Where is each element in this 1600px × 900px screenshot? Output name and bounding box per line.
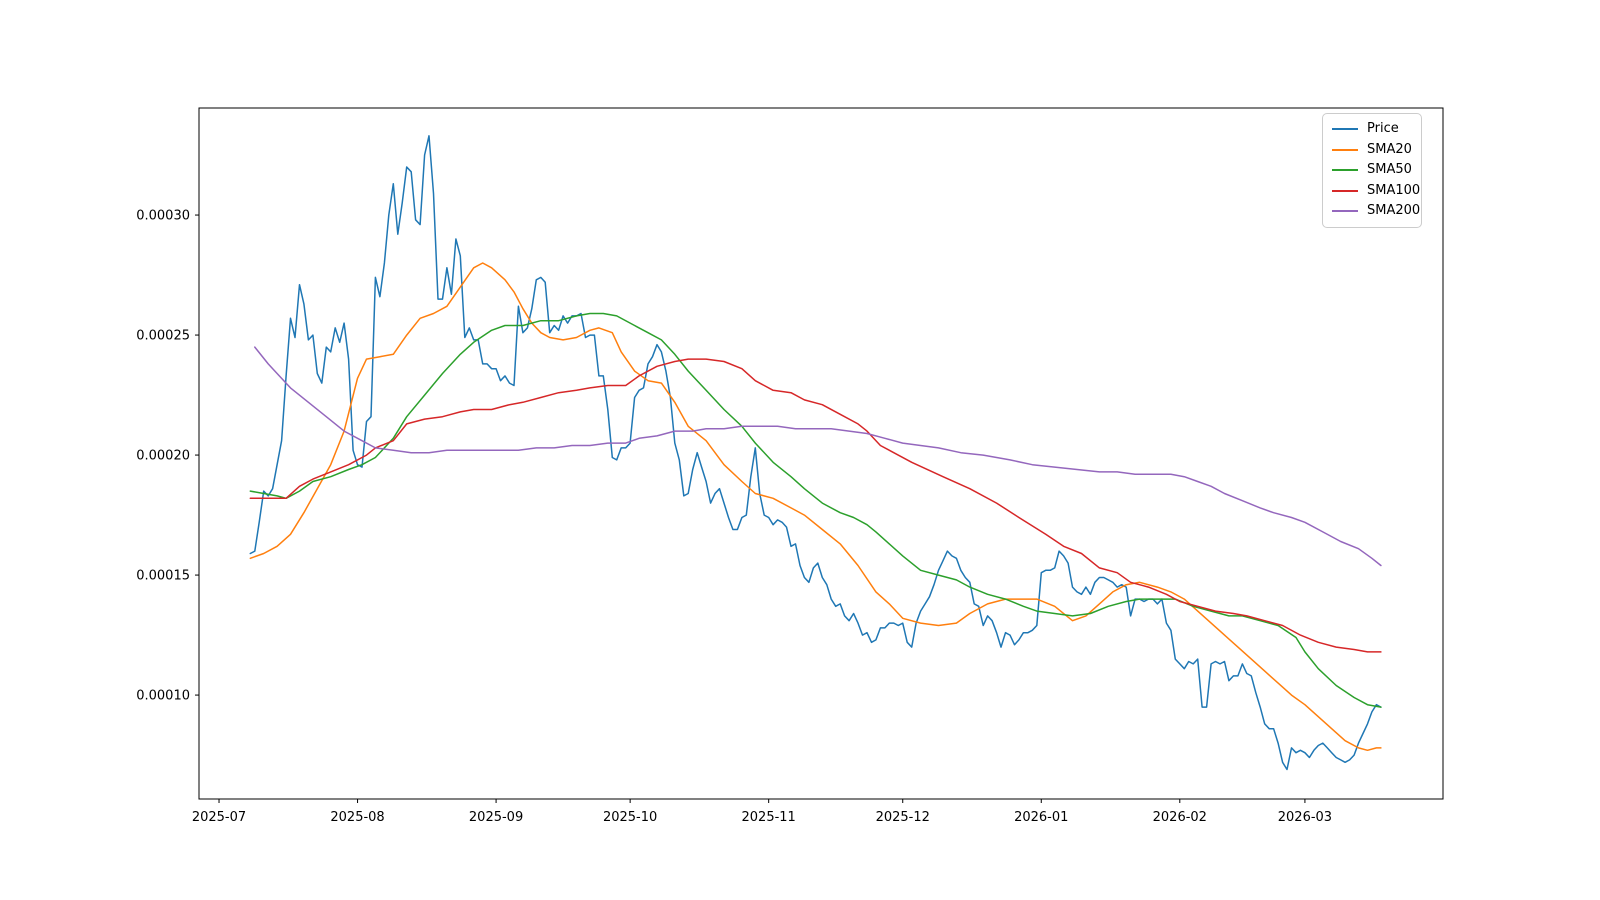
legend-item-price: Price	[1323, 119, 1421, 140]
sma20-line	[249, 262, 1382, 752]
legend-label: SMA200	[1367, 203, 1421, 218]
legend-label: SMA100	[1367, 182, 1421, 198]
sma200-line	[254, 346, 1382, 567]
price-line-swatch-icon	[1332, 128, 1358, 131]
x-tick-label: 2025-12	[876, 810, 930, 825]
sma100-line-swatch-icon	[1332, 189, 1358, 192]
legend-item-sma50: SMA50	[1323, 160, 1421, 181]
x-tick-label: 2026-03	[1278, 810, 1332, 825]
legend-item-sma100: SMA100	[1323, 181, 1421, 202]
sma100-line	[249, 358, 1382, 653]
y-tick-label: 0.00010	[136, 689, 190, 704]
legend-label: SMA50	[1367, 162, 1412, 177]
legend-label: Price	[1367, 121, 1399, 136]
x-tick-label: 2025-10	[603, 810, 657, 825]
legend: Price SMA20 SMA50 SMA100 SMA200	[1322, 113, 1422, 228]
sma20-line-swatch-icon	[1332, 148, 1358, 151]
sma200-line-swatch-icon	[1332, 210, 1358, 213]
legend-item-sma20: SMA20	[1323, 140, 1421, 161]
y-tick-label: 0.00025	[136, 329, 190, 344]
x-tick-label: 2025-11	[742, 810, 796, 825]
x-tick-label: 2025-09	[469, 810, 523, 825]
y-tick-label: 0.00030	[136, 209, 190, 224]
x-tick-label: 2026-02	[1153, 810, 1207, 825]
figure: 2025-07 2025-08 2025-09 2025-10 2025-11 2025-…	[0, 0, 1600, 900]
legend-item-sma200: SMA200	[1323, 201, 1421, 222]
legend-label: SMA20	[1367, 141, 1412, 157]
y-tick-label: 0.00020	[136, 449, 190, 464]
x-tick-label: 2025-08	[330, 810, 384, 825]
sma50-line-swatch-icon	[1332, 169, 1358, 172]
x-tick-label: 2026-01	[1014, 810, 1068, 825]
sma50-line	[249, 312, 1382, 708]
x-tick-label: 2025-07	[192, 810, 246, 825]
y-tick-label: 0.00015	[136, 569, 190, 584]
